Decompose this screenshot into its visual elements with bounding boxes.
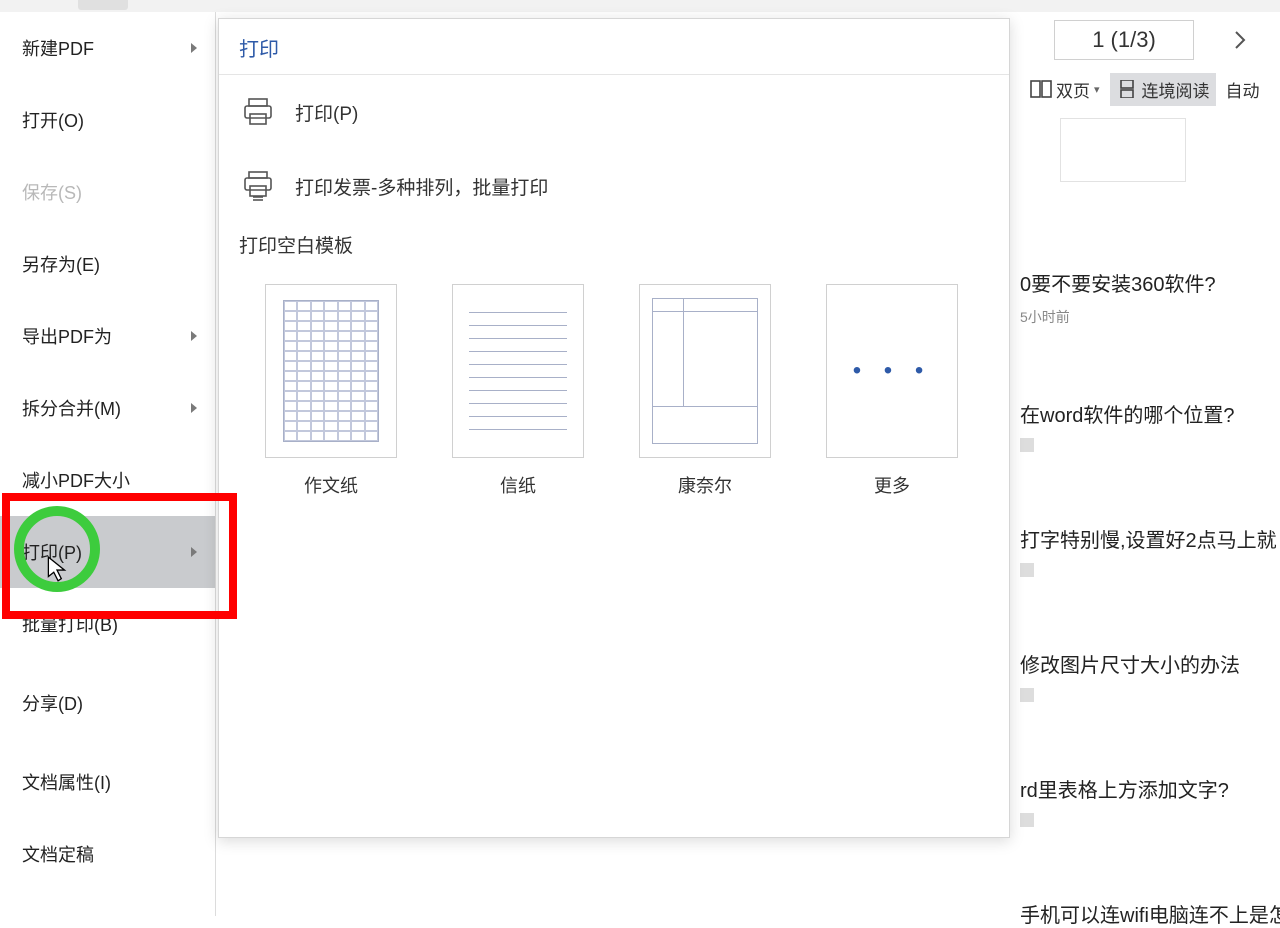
template-composition[interactable]: 作文纸 [265, 284, 397, 498]
badge-icon [1020, 688, 1034, 702]
chevron-right-icon [191, 547, 197, 557]
grid-thumbnail-icon [283, 300, 379, 442]
template-more[interactable]: • • • 更多 [826, 284, 958, 498]
menu-label: 打开(O) [22, 107, 84, 133]
article-title: 0要不要安装360软件? [1020, 268, 1280, 297]
view-label: 自动 [1226, 77, 1260, 102]
menu-label: 减小PDF大小 [22, 467, 130, 493]
menu-save: 保存(S) [0, 156, 215, 228]
list-item[interactable]: 打字特别慢,设置好2点马上就 [1014, 524, 1280, 577]
template-cornell[interactable]: 康奈尔 [639, 284, 771, 498]
document-tab[interactable] [78, 0, 128, 10]
badge-icon [1020, 813, 1034, 827]
article-meta: 5小时前 [1020, 307, 1280, 327]
print-option[interactable]: 打印(P) [219, 75, 1009, 149]
file-menu-sidebar: 新建PDF 打开(O) 保存(S) 另存为(E) 导出PDF为 拆分合并(M) … [0, 12, 216, 916]
menu-label: 文档属性(I) [22, 769, 111, 795]
right-panel: 1 (1/3) 双页 ▾ 连境阅读 自动 0要不要安装360软件? 5小时前 在… [1010, 12, 1280, 916]
article-title: rd里表格上方添加文字? [1020, 774, 1280, 803]
print-option-label: 打印(P) [295, 99, 358, 126]
menu-label: 导出PDF为 [22, 323, 112, 349]
chevron-right-icon [191, 43, 197, 53]
menu-export-pdf[interactable]: 导出PDF为 [0, 300, 215, 372]
menu-share[interactable]: 分享(D) [0, 660, 215, 746]
list-item[interactable]: 在word软件的哪个位置? [1014, 399, 1280, 452]
template-thumbnail [639, 284, 771, 458]
submenu-title: 打印 [219, 19, 1009, 75]
menu-new-pdf[interactable]: 新建PDF [0, 12, 215, 84]
next-page-button[interactable] [1222, 20, 1258, 60]
list-item[interactable]: 修改图片尺寸大小的办法 [1014, 649, 1280, 702]
template-letter[interactable]: 信纸 [452, 284, 584, 498]
template-row: 作文纸 信纸 康奈尔 • • • 更多 [219, 274, 1009, 498]
continuous-scroll-icon [1116, 80, 1138, 98]
template-label: 康奈尔 [678, 472, 732, 498]
list-item[interactable]: 手机可以连wifi电脑连不上是怎么回事 [1014, 899, 1280, 928]
chevron-right-icon [191, 331, 197, 341]
templates-header: 打印空白模板 [219, 223, 1009, 274]
ellipsis-icon: • • • [853, 357, 932, 385]
article-title: 打字特别慢,设置好2点马上就 [1020, 524, 1280, 553]
menu-label: 新建PDF [22, 35, 94, 61]
menu-doc-properties[interactable]: 文档属性(I) [0, 746, 215, 818]
document-thumbnail [1060, 118, 1186, 182]
print-invoice-label: 打印发票-多种排列，批量打印 [295, 173, 548, 200]
article-title: 手机可以连wifi电脑连不上是怎么回事 [1020, 899, 1280, 928]
article-title: 在word软件的哪个位置? [1020, 399, 1280, 428]
list-item[interactable]: rd里表格上方添加文字? [1014, 774, 1280, 827]
list-item[interactable]: 0要不要安装360软件? 5小时前 [1014, 268, 1280, 327]
view-mode-toolbar: 双页 ▾ 连境阅读 自动 [1024, 70, 1280, 108]
tab-strip [0, 0, 1280, 12]
view-label: 连境阅读 [1142, 77, 1210, 102]
menu-label: 拆分合并(M) [22, 395, 121, 421]
template-thumbnail: • • • [826, 284, 958, 458]
menu-split-merge[interactable]: 拆分合并(M) [0, 372, 215, 444]
badge-icon [1020, 563, 1034, 577]
menu-label: 保存(S) [22, 179, 82, 205]
printer-batch-icon [241, 169, 275, 203]
template-thumbnail [452, 284, 584, 458]
menu-label: 分享(D) [22, 690, 83, 716]
printer-icon [241, 95, 275, 129]
sidebar-article-list: 0要不要安装360软件? 5小时前 在word软件的哪个位置? 打字特别慢,设置… [1014, 268, 1280, 928]
print-invoice-option[interactable]: 打印发票-多种排列，批量打印 [219, 149, 1009, 223]
page-indicator[interactable]: 1 (1/3) [1054, 20, 1194, 60]
template-label: 更多 [874, 472, 910, 498]
page-navigation: 1 (1/3) [1054, 20, 1258, 60]
view-continuous[interactable]: 连境阅读 [1110, 73, 1216, 106]
print-submenu-panel: 打印 打印(P) 打印发票-多种排列，批量打印 打印空白模板 作文纸 信纸 [218, 18, 1010, 838]
view-double-page[interactable]: 双页 ▾ [1024, 73, 1106, 106]
view-auto[interactable]: 自动 [1220, 73, 1266, 106]
chevron-right-icon [191, 403, 197, 413]
menu-label: 另存为(E) [22, 251, 100, 277]
badge-icon [1020, 438, 1034, 452]
menu-print[interactable]: 打印(P) [0, 516, 215, 588]
view-label: 双页 [1056, 77, 1090, 102]
menu-label: 文档定稿 [22, 841, 94, 867]
double-page-icon [1030, 80, 1052, 98]
menu-open[interactable]: 打开(O) [0, 84, 215, 156]
menu-label: 批量打印(B) [22, 611, 118, 637]
cornell-thumbnail-icon [652, 298, 758, 444]
menu-label: 打印(P) [22, 539, 82, 565]
article-title: 修改图片尺寸大小的办法 [1020, 649, 1280, 678]
menu-batch-print[interactable]: 批量打印(B) [0, 588, 215, 660]
menu-save-as[interactable]: 另存为(E) [0, 228, 215, 300]
menu-reduce-size[interactable]: 减小PDF大小 [0, 444, 215, 516]
lines-thumbnail-icon [469, 300, 567, 442]
menu-finalize[interactable]: 文档定稿 [0, 818, 215, 890]
template-label: 信纸 [500, 472, 536, 498]
template-label: 作文纸 [304, 472, 358, 498]
dropdown-icon: ▾ [1094, 83, 1100, 96]
template-thumbnail [265, 284, 397, 458]
